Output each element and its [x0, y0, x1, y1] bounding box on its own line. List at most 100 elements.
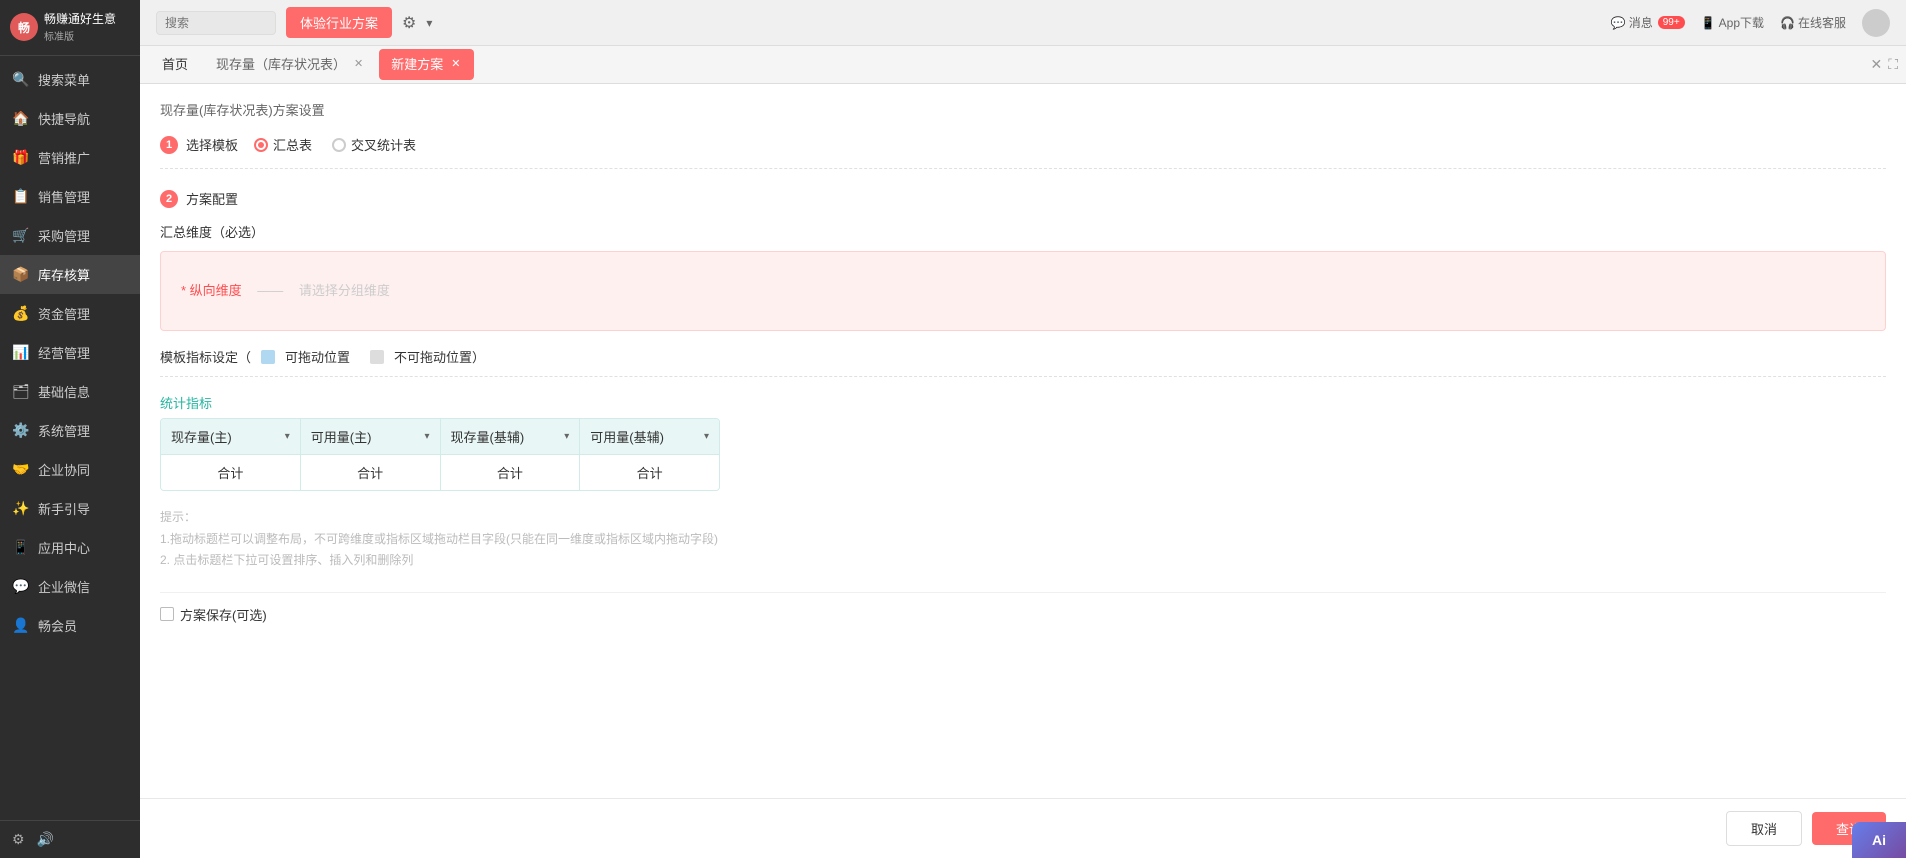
sidebar-item-sales[interactable]: 📋 销售管理	[0, 177, 140, 216]
sidebar-nav: 🔍 搜索菜单 🏠 快捷导航 🎁 营销推广 📋 销售管理 🛒 采购管理 📦 库存核…	[0, 56, 140, 820]
sidebar-label-finance: 资金管理	[38, 304, 90, 323]
radio-cross[interactable]: 交叉统计表	[332, 135, 416, 154]
tab-new-scheme[interactable]: 新建方案 ✕	[379, 49, 474, 80]
guide-icon: ✨	[12, 499, 30, 517]
tab-inventory-close[interactable]: ✕	[352, 57, 365, 70]
coop-icon: 🤝	[12, 460, 30, 478]
apps-icon: 📱	[12, 538, 30, 556]
finance-icon: 💰	[12, 304, 30, 322]
user-avatar[interactable]	[1862, 9, 1890, 37]
radio-summary[interactable]: 汇总表	[254, 135, 312, 154]
col-header-0[interactable]: 现存量(主) ▾	[161, 419, 301, 454]
tabs-bar: 首页 现存量（库存状况表） ✕ 新建方案 ✕ ✕ ⛶	[140, 46, 1906, 84]
sidebar-label-business: 经营管理	[38, 343, 90, 362]
sales-icon: 📋	[12, 187, 30, 205]
section2-number: 2	[160, 190, 178, 208]
col-chevron-2: ▾	[564, 431, 569, 442]
col-header-2[interactable]: 现存量(基辅) ▾	[441, 419, 581, 454]
message-label: 消息	[1629, 14, 1653, 31]
sidebar-item-guide[interactable]: ✨ 新手引导	[0, 489, 140, 528]
dimension-box[interactable]: * 纵向维度 —— 请选择分组维度	[160, 251, 1886, 331]
tab-new-scheme-close[interactable]: ✕	[449, 57, 462, 70]
wechat-icon: 💬	[12, 577, 30, 595]
dim-label: 汇总维度（必选）	[160, 222, 1886, 241]
tab-expand-icon[interactable]: ⛶	[1888, 56, 1898, 73]
search-input[interactable]	[156, 11, 276, 35]
tip-0: 1.拖动标题栏可以调整布局，不可跨维度或指标区域拖动栏目字段(只能在同一维度或指…	[160, 529, 1886, 551]
radio-cross-circle	[332, 138, 346, 152]
sidebar-label-quick-nav: 快捷导航	[38, 109, 90, 128]
sidebar-item-apps[interactable]: 📱 应用中心	[0, 528, 140, 567]
cell-0-3: 合计	[580, 455, 719, 490]
section-config: 2 方案配置 汇总维度（必选） * 纵向维度 —— 请选择分组维度 模板指标设定…	[160, 189, 1886, 572]
tab-inventory[interactable]: 现存量（库存状况表） ✕	[202, 46, 379, 83]
sidebar-item-purchase[interactable]: 🛒 采购管理	[0, 216, 140, 255]
sidebar-item-inventory[interactable]: 📦 库存核算	[0, 255, 140, 294]
radio-summary-label: 汇总表	[273, 135, 312, 154]
col-header-1[interactable]: 可用量(主) ▾	[301, 419, 441, 454]
system-icon: ⚙️	[12, 421, 30, 439]
cancel-button[interactable]: 取消	[1726, 811, 1802, 846]
sidebar-footer: ⚙ 🔊	[0, 820, 140, 858]
settings-icon[interactable]: ⚙	[12, 831, 25, 848]
sidebar: 畅 畅赚通好生意 标准版 🔍 搜索菜单 🏠 快捷导航 🎁 营销推广 📋 销售管理…	[0, 0, 140, 858]
sidebar-item-basic[interactable]: 🗂 基础信息	[0, 372, 140, 411]
save-checkbox	[160, 607, 174, 621]
col-header-3[interactable]: 可用量(基辅) ▾	[580, 419, 719, 454]
message-button[interactable]: 💬 消息 99+	[1611, 14, 1685, 31]
tabs-right-controls: ✕ ⛶	[1870, 56, 1898, 73]
sidebar-label-basic: 基础信息	[38, 382, 90, 401]
customer-service-label: 在线客服	[1798, 14, 1846, 31]
sidebar-item-wechat[interactable]: 💬 企业微信	[0, 567, 140, 606]
sidebar-item-marketing[interactable]: 🎁 营销推广	[0, 138, 140, 177]
main-area: 体验行业方案 ⚙ ▾ 💬 消息 99+ 📱 App下载 🎧 在线客服 首页	[140, 0, 1906, 858]
logo-text: 畅赚通好生意 标准版	[44, 12, 116, 43]
tab-close-all-icon[interactable]: ✕	[1870, 56, 1882, 73]
tip-1: 2. 点击标题栏下拉可设置排序、插入列和删除列	[160, 550, 1886, 572]
radio-summary-circle	[254, 138, 268, 152]
col-chevron-1: ▾	[424, 431, 429, 442]
metrics-label: 模板指标设定（ 可拖动位置 不可拖动位置）	[160, 347, 1886, 366]
home-icon: 🏠	[12, 109, 30, 127]
settings-gear-icon[interactable]: ⚙	[402, 13, 416, 33]
tab-home[interactable]: 首页	[148, 46, 202, 83]
sidebar-item-member[interactable]: 👤 畅会员	[0, 606, 140, 645]
dim-arrow: ——	[257, 283, 283, 298]
sidebar-label-guide: 新手引导	[38, 499, 90, 518]
gift-icon: 🎁	[12, 148, 30, 166]
sidebar-item-finance[interactable]: 💰 资金管理	[0, 294, 140, 333]
stats-table: 现存量(主) ▾ 可用量(主) ▾ 现存量(基辅) ▾ 可用量(基辅) ▾	[160, 418, 720, 491]
stats-table-row-0: 合计 合计 合计 合计	[161, 454, 719, 490]
tab-home-label: 首页	[162, 54, 188, 73]
member-icon: 👤	[12, 616, 30, 634]
metrics-divider	[160, 376, 1886, 377]
dim-placeholder: 请选择分组维度	[299, 283, 390, 298]
section2-title: 方案配置	[186, 189, 238, 208]
sidebar-item-quick-nav[interactable]: 🏠 快捷导航	[0, 99, 140, 138]
customer-service-button[interactable]: 🎧 在线客服	[1780, 14, 1846, 31]
sidebar-item-search-menu[interactable]: 🔍 搜索菜单	[0, 60, 140, 99]
ai-float-button[interactable]: Ai	[1852, 822, 1906, 858]
metrics-non-draggable-badge	[370, 350, 384, 364]
volume-icon[interactable]: 🔊	[37, 831, 54, 848]
metrics-draggable-badge	[261, 350, 275, 364]
sidebar-label-inventory: 库存核算	[38, 265, 90, 284]
section-template: 1 选择模板 汇总表 交叉统计表	[160, 135, 1886, 169]
experience-button[interactable]: 体验行业方案	[286, 7, 392, 38]
sidebar-label-purchase: 采购管理	[38, 226, 90, 245]
stats-table-header: 现存量(主) ▾ 可用量(主) ▾ 现存量(基辅) ▾ 可用量(基辅) ▾	[161, 419, 719, 454]
tab-inventory-label: 现存量（库存状况表）	[216, 54, 346, 73]
metrics-label-prefix: 模板指标设定（	[160, 347, 251, 366]
app-download-button[interactable]: 📱 App下载	[1701, 14, 1764, 31]
col-label-0: 现存量(主)	[171, 427, 232, 446]
save-option-checkbox[interactable]: 方案保存(可选)	[160, 605, 1886, 624]
topbar-right: 💬 消息 99+ 📱 App下载 🎧 在线客服	[1611, 9, 1890, 37]
sidebar-item-coop[interactable]: 🤝 企业协同	[0, 450, 140, 489]
section2-header: 2 方案配置	[160, 189, 1886, 208]
download-icon: 📱	[1701, 16, 1716, 30]
sidebar-item-system[interactable]: ⚙️ 系统管理	[0, 411, 140, 450]
dropdown-icon[interactable]: ▾	[426, 16, 432, 30]
col-chevron-3: ▾	[704, 431, 709, 442]
sidebar-item-business[interactable]: 📊 经营管理	[0, 333, 140, 372]
tips-section: 提示： 1.拖动标题栏可以调整布局，不可跨维度或指标区域拖动栏目字段(只能在同一…	[160, 507, 1886, 572]
